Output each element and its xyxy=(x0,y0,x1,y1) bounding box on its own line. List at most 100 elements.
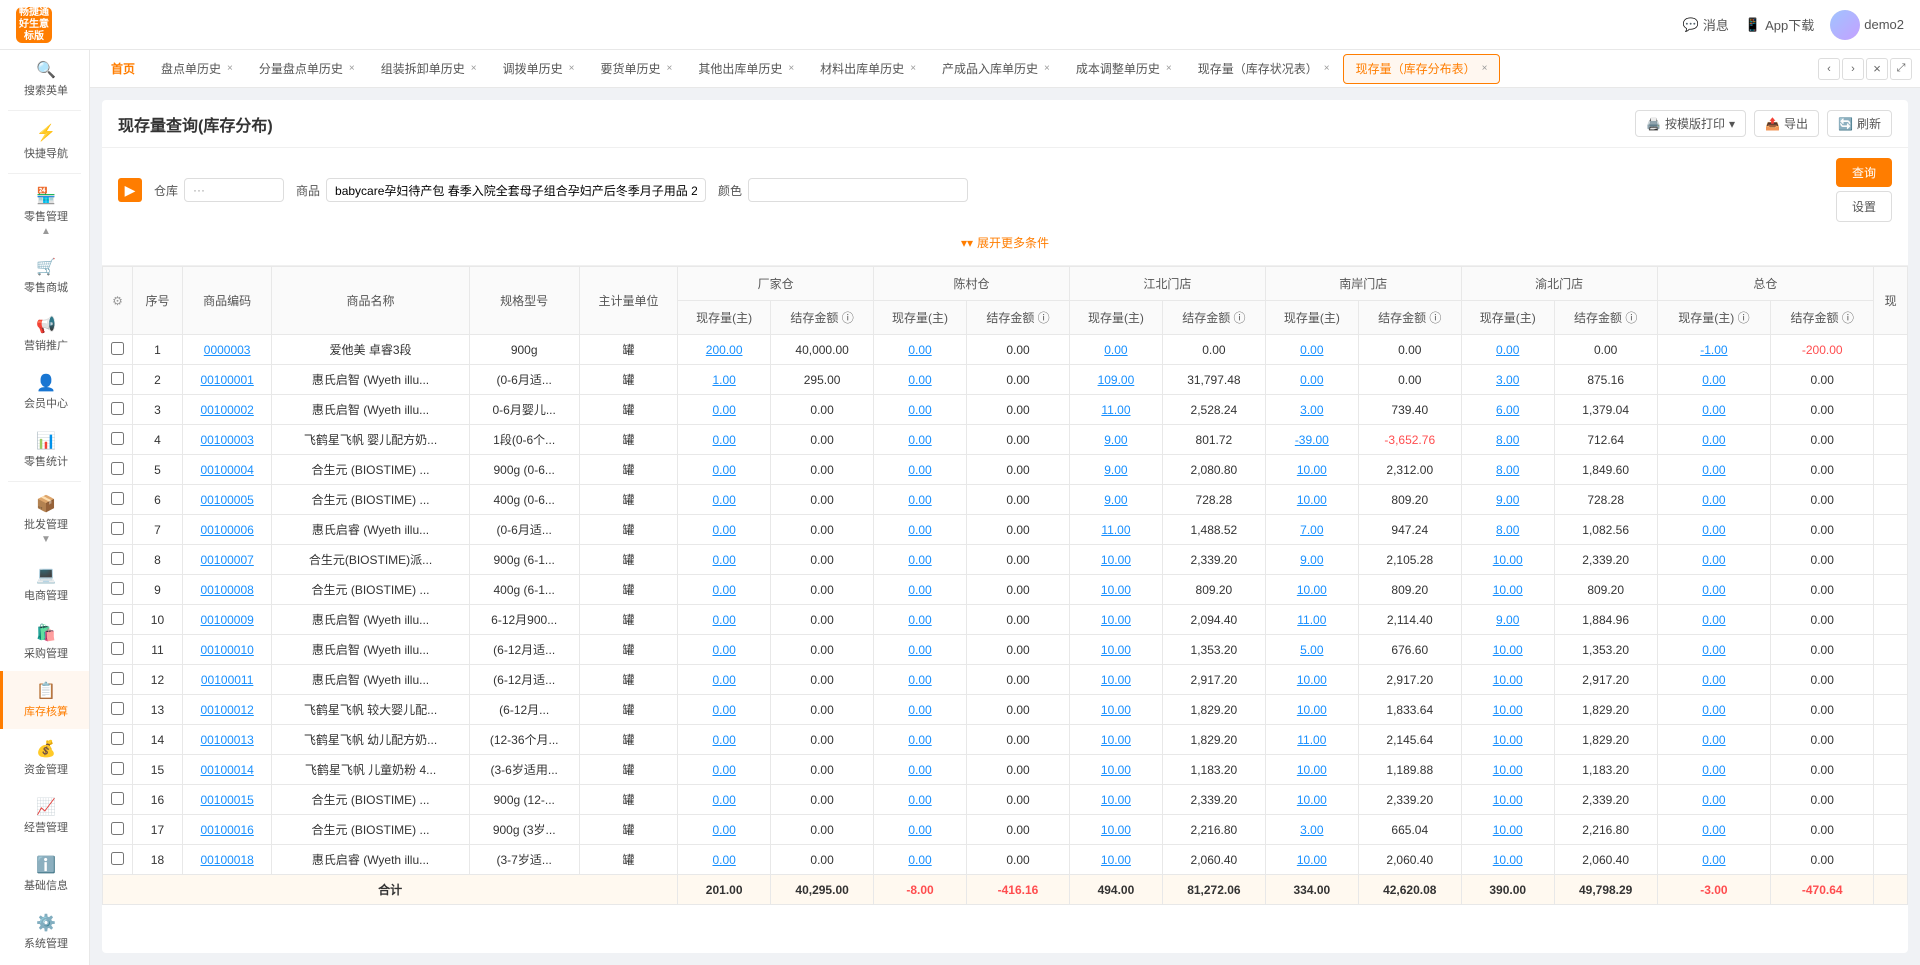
row-chencu-qty[interactable]: 0.00 xyxy=(874,485,967,515)
row-check[interactable] xyxy=(103,695,133,725)
th-gear[interactable]: ⚙ xyxy=(103,267,133,335)
row-code[interactable]: 00100005 xyxy=(182,485,271,515)
row-check[interactable] xyxy=(103,665,133,695)
row-code[interactable]: 00100011 xyxy=(182,665,271,695)
row-chencu-qty[interactable]: 0.00 xyxy=(874,845,967,875)
close-icon-2[interactable]: × xyxy=(349,63,355,74)
row-jiangbei-qty[interactable]: 10.00 xyxy=(1069,785,1162,815)
row-nanan-qty[interactable]: 11.00 xyxy=(1265,725,1358,755)
row-check[interactable] xyxy=(103,515,133,545)
close-icon-10[interactable]: × xyxy=(1324,63,1330,74)
row-yubei-qty[interactable]: 9.00 xyxy=(1461,605,1554,635)
row-nanan-qty[interactable]: 7.00 xyxy=(1265,515,1358,545)
close-icon-6[interactable]: × xyxy=(788,63,794,74)
nav-next-btn[interactable]: › xyxy=(1842,58,1864,80)
row-code[interactable]: 00100010 xyxy=(182,635,271,665)
row-yubei-qty[interactable]: 9.00 xyxy=(1461,485,1554,515)
row-code[interactable]: 00100002 xyxy=(182,395,271,425)
row-jiangbei-qty[interactable]: 9.00 xyxy=(1069,425,1162,455)
tab-inventory-status[interactable]: 现存量（库存状况表） × xyxy=(1185,54,1343,84)
app-download-btn[interactable]: 📱 App下载 xyxy=(1745,15,1814,34)
row-total-qty[interactable]: 0.00 xyxy=(1657,635,1771,665)
row-factory-qty[interactable]: 0.00 xyxy=(678,695,771,725)
sidebar-item-quick-nav[interactable]: ⚡ 快捷导航 xyxy=(0,113,89,171)
row-factory-qty[interactable]: 0.00 xyxy=(678,425,771,455)
row-factory-qty[interactable]: 0.00 xyxy=(678,605,771,635)
row-factory-qty[interactable]: 0.00 xyxy=(678,575,771,605)
row-factory-qty[interactable]: 0.00 xyxy=(678,665,771,695)
row-nanan-qty[interactable]: 9.00 xyxy=(1265,545,1358,575)
row-chencu-qty[interactable]: 0.00 xyxy=(874,575,967,605)
row-yubei-qty[interactable]: 3.00 xyxy=(1461,365,1554,395)
warehouse-input[interactable]: ··· xyxy=(184,178,284,202)
row-jiangbei-qty[interactable]: 10.00 xyxy=(1069,545,1162,575)
row-total-qty[interactable]: 0.00 xyxy=(1657,755,1771,785)
row-yubei-qty[interactable]: 10.00 xyxy=(1461,695,1554,725)
row-factory-qty[interactable]: 0.00 xyxy=(678,485,771,515)
row-chencu-qty[interactable]: 0.00 xyxy=(874,515,967,545)
row-chencu-qty[interactable]: 0.00 xyxy=(874,545,967,575)
row-nanan-qty[interactable]: 10.00 xyxy=(1265,665,1358,695)
row-code[interactable]: 00100006 xyxy=(182,515,271,545)
row-total-qty[interactable]: 0.00 xyxy=(1657,695,1771,725)
sidebar-item-member[interactable]: 👤 会员中心 xyxy=(0,363,89,421)
row-yubei-qty[interactable]: 10.00 xyxy=(1461,635,1554,665)
sidebar-item-retail-mall[interactable]: 🛒 零售商城 xyxy=(0,247,89,305)
row-nanan-qty[interactable]: 10.00 xyxy=(1265,755,1358,785)
messages-btn[interactable]: 💬 消息 xyxy=(1683,15,1729,34)
sidebar-item-purchase[interactable]: 🛍️ 采购管理 xyxy=(0,613,89,671)
row-check[interactable] xyxy=(103,815,133,845)
close-icon-11[interactable]: × xyxy=(1482,63,1488,74)
sidebar-item-retail-stats[interactable]: 📊 零售统计 xyxy=(0,421,89,479)
tab-partial-count[interactable]: 分量盘点单历史 × xyxy=(246,54,368,84)
row-jiangbei-qty[interactable]: 10.00 xyxy=(1069,815,1162,845)
row-total-qty[interactable]: 0.00 xyxy=(1657,365,1771,395)
sidebar-item-operations[interactable]: 📈 经营管理 xyxy=(0,787,89,845)
row-total-qty[interactable]: 0.00 xyxy=(1657,515,1771,545)
row-code[interactable]: 00100015 xyxy=(182,785,271,815)
row-chencu-qty[interactable]: 0.00 xyxy=(874,365,967,395)
sidebar-item-basic-info[interactable]: ℹ️ 基础信息 xyxy=(0,845,89,903)
row-check[interactable] xyxy=(103,605,133,635)
row-nanan-qty[interactable]: 10.00 xyxy=(1265,785,1358,815)
row-nanan-qty[interactable]: -39.00 xyxy=(1265,425,1358,455)
export-btn[interactable]: 📤 导出 xyxy=(1754,110,1819,137)
row-jiangbei-qty[interactable]: 11.00 xyxy=(1069,395,1162,425)
row-factory-qty[interactable]: 200.00 xyxy=(678,335,771,365)
row-nanan-qty[interactable]: 0.00 xyxy=(1265,335,1358,365)
row-chencu-qty[interactable]: 0.00 xyxy=(874,605,967,635)
row-chencu-qty[interactable]: 0.00 xyxy=(874,815,967,845)
close-icon-7[interactable]: × xyxy=(910,63,916,74)
row-chencu-qty[interactable]: 0.00 xyxy=(874,665,967,695)
row-chencu-qty[interactable]: 0.00 xyxy=(874,725,967,755)
tab-home[interactable]: 首页 xyxy=(98,54,148,84)
row-check[interactable] xyxy=(103,575,133,605)
tab-assembly[interactable]: 组装拆卸单历史 × xyxy=(368,54,490,84)
row-code[interactable]: 00100013 xyxy=(182,725,271,755)
row-factory-qty[interactable]: 0.00 xyxy=(678,845,771,875)
row-total-qty[interactable]: 0.00 xyxy=(1657,815,1771,845)
row-factory-qty[interactable]: 0.00 xyxy=(678,725,771,755)
row-nanan-qty[interactable]: 0.00 xyxy=(1265,365,1358,395)
color-input[interactable] xyxy=(748,178,968,202)
row-yubei-qty[interactable]: 10.00 xyxy=(1461,575,1554,605)
row-code[interactable]: 00100008 xyxy=(182,575,271,605)
row-yubei-qty[interactable]: 10.00 xyxy=(1461,545,1554,575)
sidebar-item-ecommerce[interactable]: 💻 电商管理 xyxy=(0,555,89,613)
setting-btn[interactable]: 设置 xyxy=(1836,191,1892,222)
row-factory-qty[interactable]: 1.00 xyxy=(678,365,771,395)
row-nanan-qty[interactable]: 10.00 xyxy=(1265,845,1358,875)
tab-production-inbound[interactable]: 产成品入库单历史 × xyxy=(929,54,1063,84)
row-total-qty[interactable]: 0.00 xyxy=(1657,845,1771,875)
row-check[interactable] xyxy=(103,395,133,425)
nav-expand-btn[interactable]: ⤢ xyxy=(1890,58,1912,80)
row-total-qty[interactable]: 0.00 xyxy=(1657,785,1771,815)
sidebar-item-marketing[interactable]: 📢 营销推广 xyxy=(0,305,89,363)
row-jiangbei-qty[interactable]: 9.00 xyxy=(1069,485,1162,515)
close-icon-5[interactable]: × xyxy=(666,63,672,74)
refresh-btn[interactable]: 🔄 刷新 xyxy=(1827,110,1892,137)
row-jiangbei-qty[interactable]: 10.00 xyxy=(1069,725,1162,755)
row-factory-qty[interactable]: 0.00 xyxy=(678,785,771,815)
row-yubei-qty[interactable]: 6.00 xyxy=(1461,395,1554,425)
row-code[interactable]: 00100012 xyxy=(182,695,271,725)
